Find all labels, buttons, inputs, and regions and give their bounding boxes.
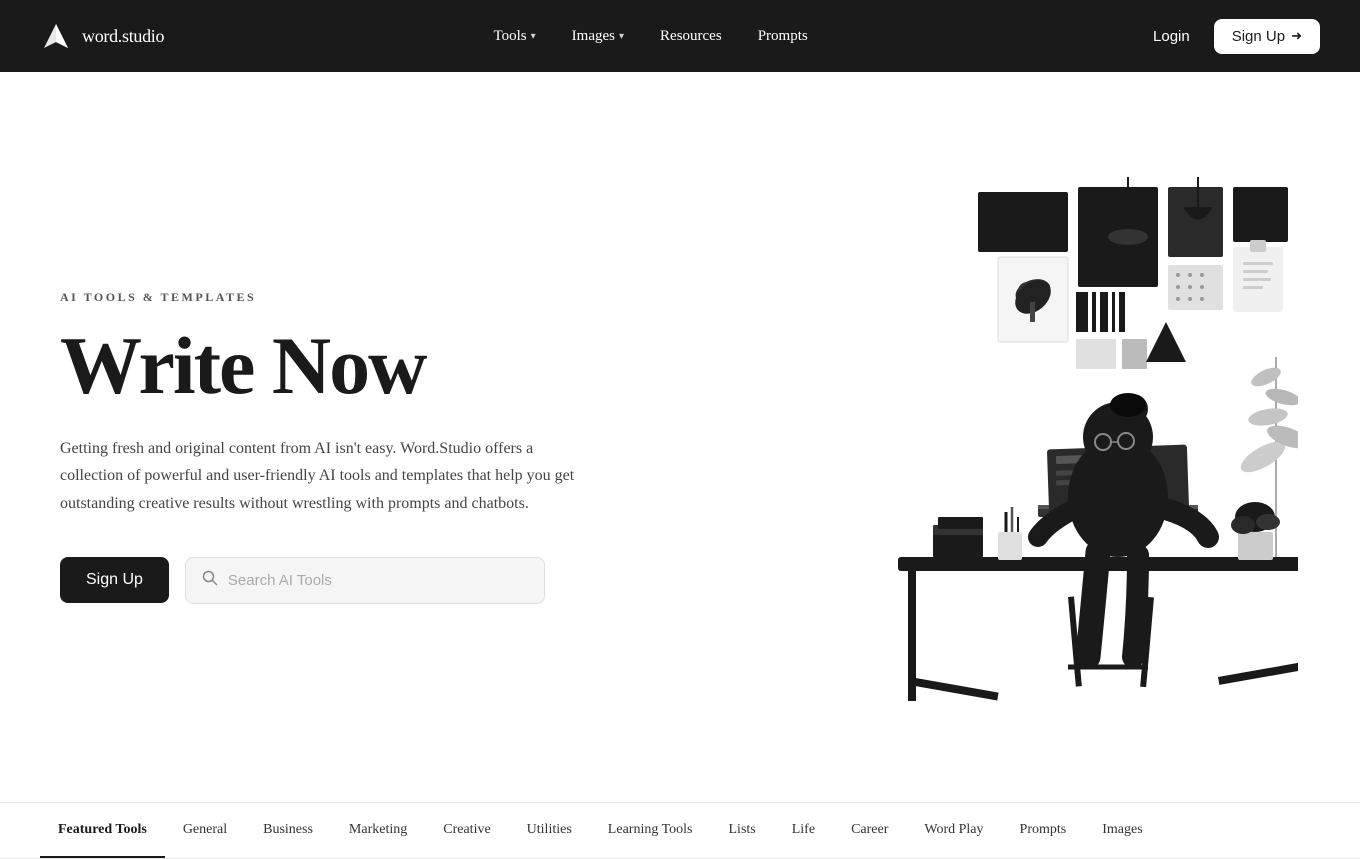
category-bar: Featured ToolsGeneralBusinessMarketingCr… [0,802,1360,859]
search-container [185,557,545,604]
hero-content: AI TOOLS & TEMPLATES Write Now Getting f… [60,290,740,604]
hero-eyebrow: AI TOOLS & TEMPLATES [60,290,740,305]
nav-link-tools[interactable]: Tools ▾ [480,20,550,53]
category-item[interactable]: Prompts [1002,803,1085,858]
category-item[interactable]: Creative [425,803,508,858]
hero-illustration [740,177,1298,717]
hero-image [778,177,1298,717]
category-item[interactable]: Lists [711,803,774,858]
category-item[interactable]: Career [833,803,906,858]
hero-section: AI TOOLS & TEMPLATES Write Now Getting f… [0,72,1360,802]
hero-title: Write Now [60,325,740,407]
category-item[interactable]: Learning Tools [590,803,711,858]
category-item[interactable]: Business [245,803,331,858]
navbar: word.studio Tools ▾ Images ▾ Resources P… [0,0,1360,72]
signup-hero-button[interactable]: Sign Up [60,557,169,603]
category-item[interactable]: Marketing [331,803,425,858]
nav-link-prompts[interactable]: Prompts [744,20,822,53]
chevron-down-icon: ▾ [531,31,536,42]
arrow-right-icon: ➜ [1291,28,1302,44]
search-input[interactable] [228,572,528,589]
logo-icon [40,20,72,52]
chevron-down-icon: ▾ [619,31,624,42]
category-item[interactable]: Utilities [509,803,590,858]
category-item[interactable]: Life [774,803,833,858]
login-button[interactable]: Login [1137,20,1206,53]
nav-links: Tools ▾ Images ▾ Resources Prompts [480,20,822,53]
nav-link-resources[interactable]: Resources [646,20,736,53]
nav-link-images[interactable]: Images ▾ [558,20,638,53]
logo-text: word.studio [82,26,164,47]
category-item[interactable]: Images [1084,803,1160,858]
category-item[interactable]: General [165,803,245,858]
hero-actions: Sign Up [60,557,740,604]
signup-nav-button[interactable]: Sign Up ➜ [1214,19,1320,54]
category-item[interactable]: Featured Tools [40,803,165,858]
site-logo[interactable]: word.studio [40,20,164,52]
category-item[interactable]: Word Play [906,803,1001,858]
search-icon [202,570,218,591]
nav-actions: Login Sign Up ➜ [1137,19,1320,54]
hero-description: Getting fresh and original content from … [60,435,600,517]
